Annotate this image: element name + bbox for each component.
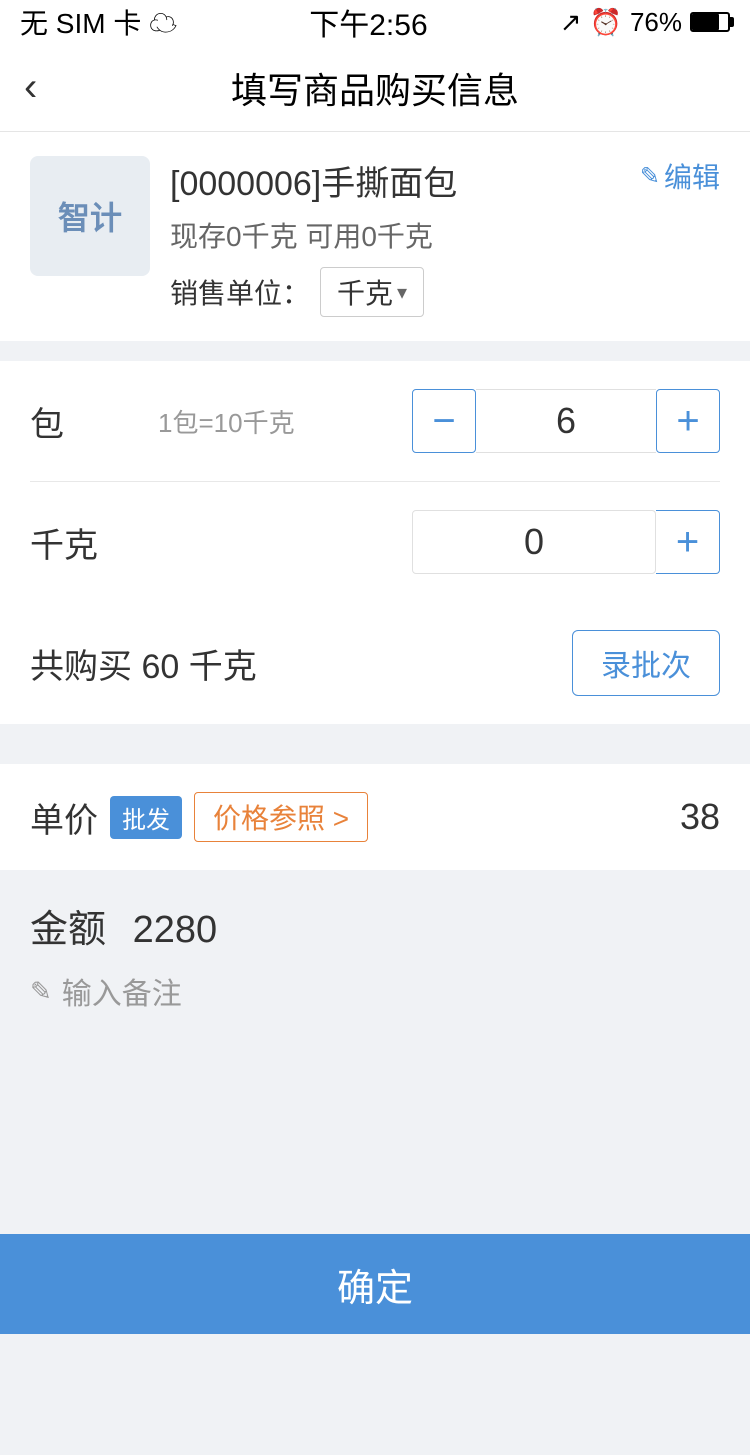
price-ref-button[interactable]: 价格参照 > bbox=[194, 792, 368, 842]
qianke-qty-input[interactable] bbox=[412, 510, 656, 574]
bao-section: 包 1包=10千克 − + 千克 + bbox=[0, 361, 750, 602]
bao-qty-control: − + bbox=[412, 389, 720, 453]
battery-label: 76% bbox=[630, 7, 682, 38]
status-right: ↗ ⏰ 76% bbox=[560, 7, 730, 38]
bao-label: 包 bbox=[30, 397, 150, 446]
section-divider-1 bbox=[0, 341, 750, 361]
qianke-increment-button[interactable]: + bbox=[656, 510, 720, 574]
product-thumbnail: 智计 bbox=[30, 156, 150, 276]
product-name: [0000006]手撕面包 bbox=[170, 156, 720, 205]
qianke-row: 千克 + bbox=[30, 482, 720, 602]
sim-label: 无 SIM 卡 ☁ bbox=[20, 2, 177, 42]
product-stock: 现存0千克 可用0千克 bbox=[170, 215, 720, 255]
price-tag: 批发 bbox=[110, 796, 182, 839]
amount-section: 金额 2280 ✎ 输入备注 bbox=[0, 870, 750, 1025]
location-icon: ↗ bbox=[560, 7, 582, 38]
amount-row: 金额 2280 bbox=[30, 898, 720, 953]
bao-qty-input[interactable] bbox=[476, 389, 656, 453]
amount-value: 2280 bbox=[133, 909, 218, 951]
page-title: 填写商品购买信息 bbox=[231, 62, 519, 114]
product-info: [0000006]手撕面包 现存0千克 可用0千克 销售单位： 千克 ▾ bbox=[170, 156, 720, 317]
status-left: 无 SIM 卡 ☁ bbox=[20, 2, 177, 42]
back-button[interactable]: ‹ bbox=[24, 65, 37, 110]
nav-bar: ‹ 填写商品购买信息 bbox=[0, 44, 750, 132]
price-section: 单价 批发 价格参照 > 38 bbox=[0, 764, 750, 870]
pencil-icon: ✎ bbox=[30, 976, 52, 1007]
alarm-icon: ⏰ bbox=[590, 7, 622, 38]
bao-decrement-button[interactable]: − bbox=[412, 389, 476, 453]
dropdown-icon: ▾ bbox=[397, 280, 407, 305]
product-card: 智计 [0000006]手撕面包 现存0千克 可用0千克 销售单位： 千克 ▾ … bbox=[0, 132, 750, 341]
status-time: 下午2:56 bbox=[309, 0, 427, 44]
note-row[interactable]: ✎ 输入备注 bbox=[30, 969, 720, 1013]
unit-row-label: 销售单位： bbox=[170, 272, 310, 312]
edit-icon: ✎ bbox=[640, 162, 660, 191]
unit-select[interactable]: 千克 ▾ bbox=[320, 267, 424, 317]
summary-text: 共购买 60 千克 bbox=[30, 639, 257, 688]
status-bar: 无 SIM 卡 ☁ 下午2:56 ↗ ⏰ 76% bbox=[0, 0, 750, 44]
bao-increment-button[interactable]: + bbox=[656, 389, 720, 453]
edit-button[interactable]: ✎ 编辑 bbox=[640, 156, 720, 196]
batch-button[interactable]: 录批次 bbox=[572, 630, 720, 696]
battery-icon bbox=[690, 12, 730, 32]
qianke-qty-control: + bbox=[412, 510, 720, 574]
bao-sublabel: 1包=10千克 bbox=[158, 403, 412, 440]
amount-label: 金额 bbox=[30, 909, 106, 951]
price-label: 单价 bbox=[30, 793, 98, 842]
price-value: 38 bbox=[680, 796, 720, 838]
summary-section: 共购买 60 千克 录批次 bbox=[0, 602, 750, 724]
note-label: 输入备注 bbox=[62, 969, 182, 1013]
product-unit-row: 销售单位： 千克 ▾ bbox=[170, 267, 720, 317]
bao-row: 包 1包=10千克 − + bbox=[30, 361, 720, 482]
qianke-label: 千克 bbox=[30, 518, 150, 567]
confirm-button[interactable]: 确定 bbox=[0, 1234, 750, 1334]
section-divider-2 bbox=[0, 724, 750, 744]
product-logo: 智计 bbox=[58, 193, 122, 239]
